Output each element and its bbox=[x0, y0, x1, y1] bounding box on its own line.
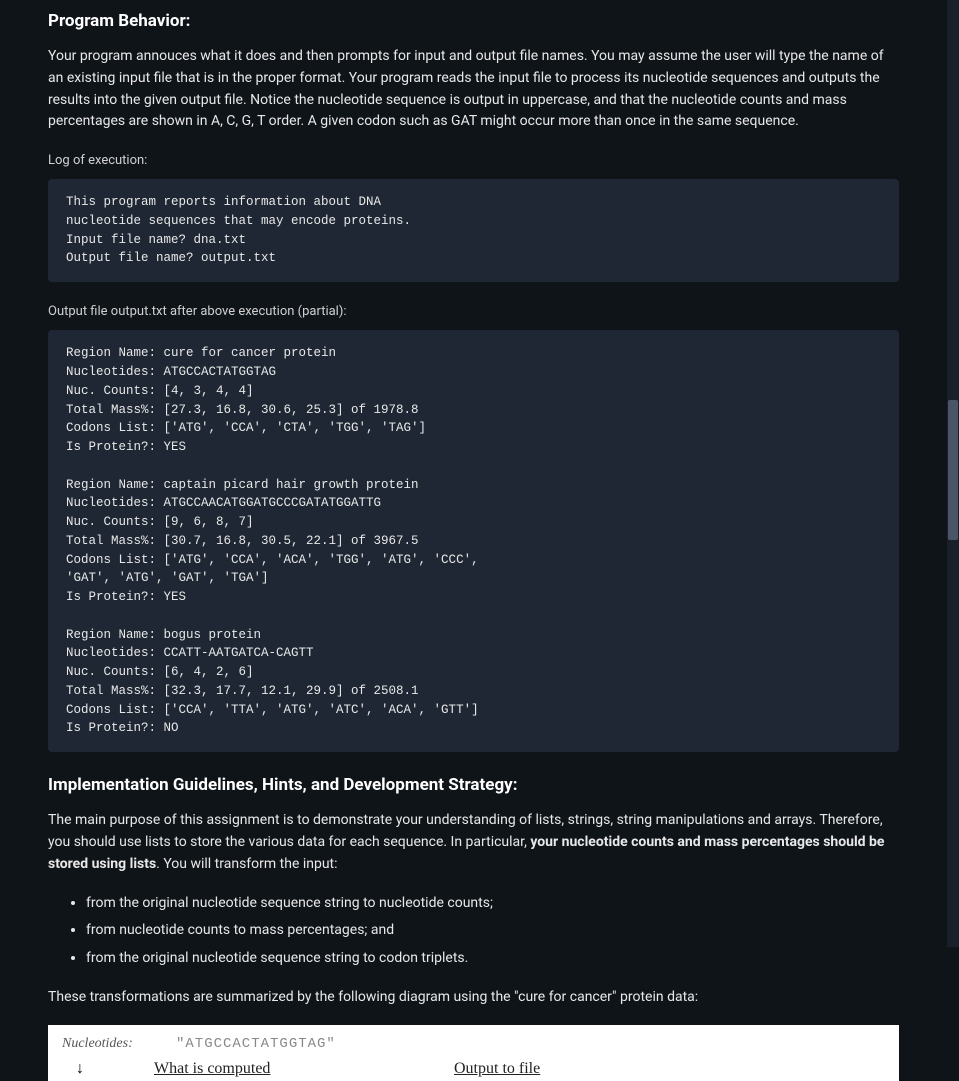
closing-paragraph: These transformations are summarized by … bbox=[48, 987, 899, 1009]
scrollbar-thumb[interactable] bbox=[948, 400, 958, 540]
diagram-nucleotides-value: "ATGCCACTATGGTAG" bbox=[176, 1034, 336, 1056]
transformation-diagram: Nucleotides: "ATGCCACTATGGTAG" ↓ What is… bbox=[48, 1025, 899, 1081]
list-item: from nucleotide counts to mass percentag… bbox=[86, 919, 899, 943]
log-label: Log of execution: bbox=[48, 151, 899, 171]
diagram-column-right: Output to file bbox=[454, 1057, 540, 1080]
arrow-down-icon: ↓ bbox=[62, 1057, 92, 1080]
program-behavior-paragraph: Your program annouces what it does and t… bbox=[48, 46, 899, 133]
implementation-paragraph: The main purpose of this assignment is t… bbox=[48, 810, 899, 875]
output-code-block: Region Name: cure for cancer protein Nuc… bbox=[48, 330, 899, 752]
diagram-column-left: What is computed bbox=[154, 1057, 454, 1080]
diagram-row: Nucleotides: "ATGCCACTATGGTAG" bbox=[62, 1033, 885, 1056]
output-label: Output file output.txt after above execu… bbox=[48, 302, 899, 322]
implementation-heading: Implementation Guidelines, Hints, and De… bbox=[48, 772, 899, 798]
transformation-list: from the original nucleotide sequence st… bbox=[48, 892, 899, 971]
diagram-nucleotides-label: Nucleotides: bbox=[62, 1033, 152, 1055]
log-code-block: This program reports information about D… bbox=[48, 179, 899, 282]
program-behavior-heading: Program Behavior: bbox=[48, 8, 899, 34]
document-content: Program Behavior: Your program annouces … bbox=[0, 0, 947, 1081]
diagram-row: ↓ What is computed Output to file bbox=[62, 1057, 885, 1080]
list-item: from the original nucleotide sequence st… bbox=[86, 947, 899, 971]
scrollbar-track[interactable] bbox=[947, 0, 959, 947]
impl-para-suffix: . You will transform the input: bbox=[156, 856, 337, 872]
list-item: from the original nucleotide sequence st… bbox=[86, 892, 899, 916]
